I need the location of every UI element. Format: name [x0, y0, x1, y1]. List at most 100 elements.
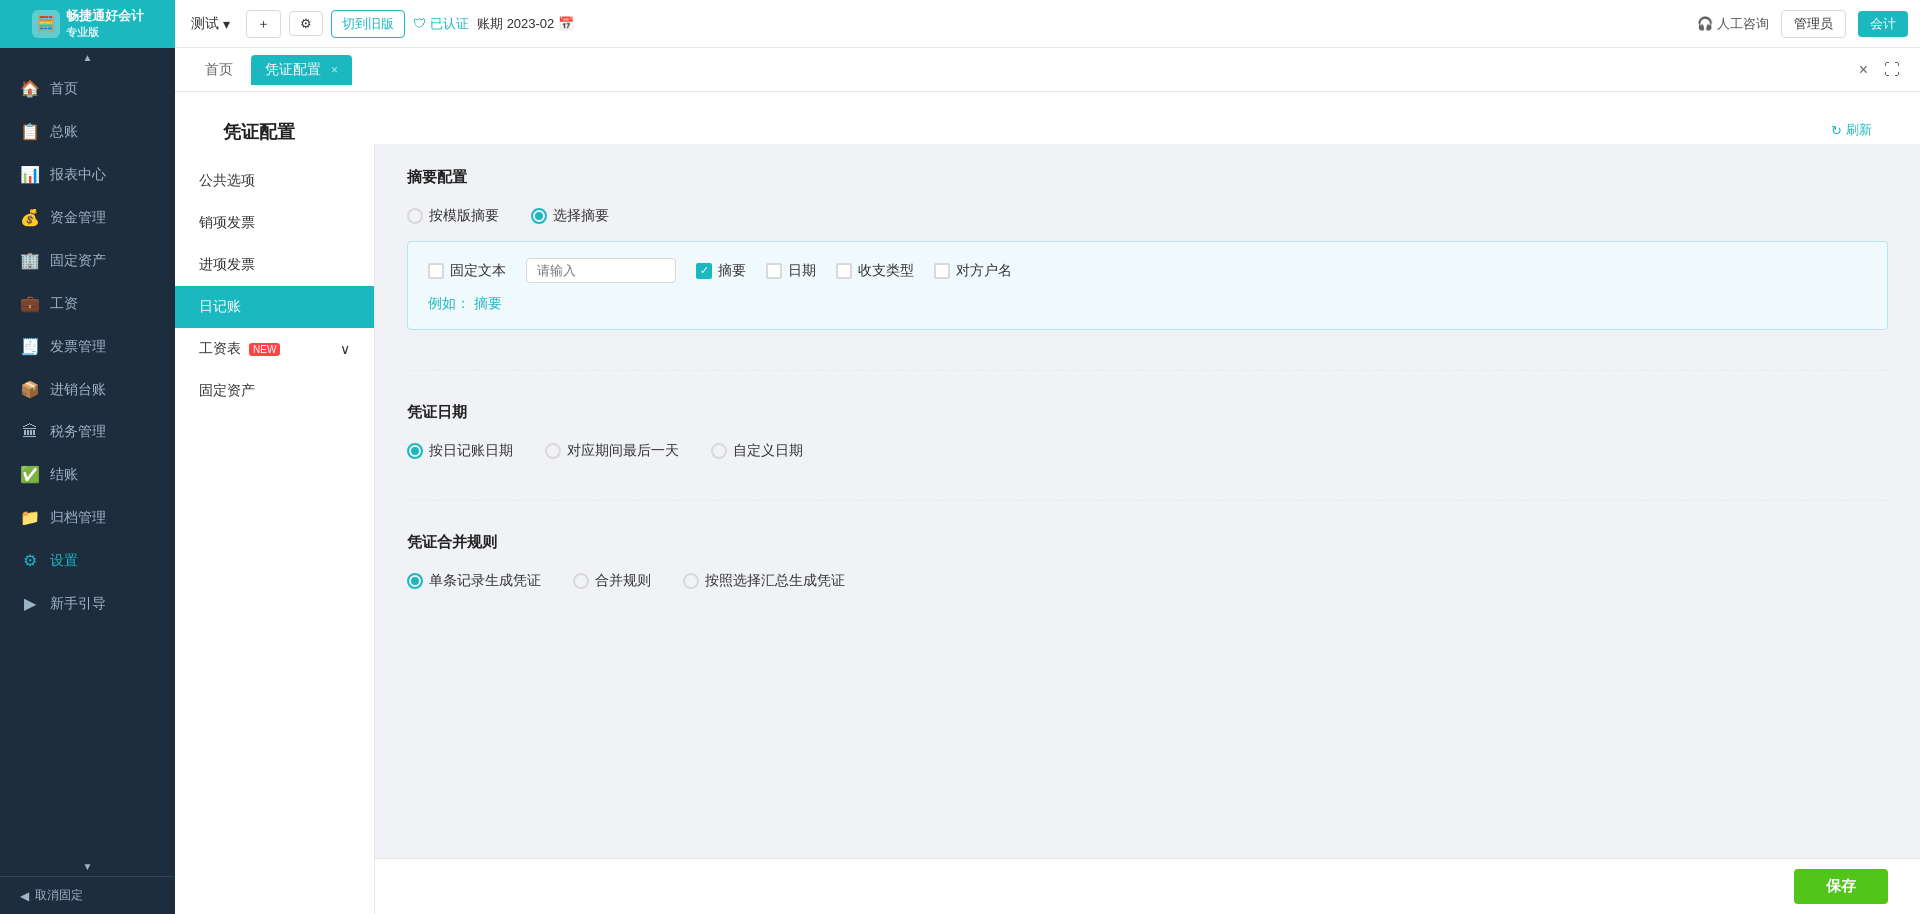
right-panel: 摘要配置 按模版摘要 选择摘要	[375, 144, 1920, 858]
sidebar-item-settings[interactable]: ⚙ 设置	[0, 539, 175, 582]
settings-icon-btn[interactable]: ⚙	[289, 11, 323, 36]
period-value: 2023-02	[507, 16, 555, 31]
calendar-icon[interactable]: 📅	[558, 16, 574, 31]
home-icon: 🏠	[20, 79, 40, 98]
section-title-merge: 凭证合并规则	[407, 533, 1888, 552]
nav-item-public[interactable]: 公共选项	[175, 160, 374, 202]
bottom-bar: 保存	[375, 858, 1920, 914]
checkbox-income-type[interactable]: 收支类型	[836, 262, 914, 280]
close-tab-btn[interactable]: ×	[1855, 57, 1872, 83]
sidebar-label-assets: 固定资产	[50, 252, 106, 270]
sidebar-item-guide[interactable]: ▶ 新手引导	[0, 582, 175, 625]
sidebar-item-invoice[interactable]: 🧾 发票管理	[0, 325, 175, 368]
cancel-fixed-btn[interactable]: ◀ 取消固定	[0, 876, 175, 914]
checkbox-row: 固定文本 摘要 日期	[428, 258, 1867, 283]
sidebar-item-archive[interactable]: 📁 归档管理	[0, 496, 175, 539]
ledger-icon: 📋	[20, 122, 40, 141]
sidebar-label-report: 报表中心	[50, 166, 106, 184]
logo-text: 畅捷通好会计	[66, 7, 144, 25]
payroll-icon: 💼	[20, 294, 40, 313]
tab-bar: 首页 凭证配置 × × ⛶	[175, 48, 1920, 92]
chevron-down-icon: ∨	[340, 341, 350, 357]
checkbox-box-income	[836, 263, 852, 279]
sidebar-item-payroll[interactable]: 💼 工资	[0, 282, 175, 325]
period-label: 账期	[477, 16, 503, 31]
save-button[interactable]: 保存	[1794, 869, 1888, 904]
project-name: 测试	[191, 15, 219, 33]
tab-close-btn[interactable]: ×	[331, 63, 338, 77]
page-title: 凭证配置	[223, 120, 295, 144]
checkbox-fixed-text[interactable]: 固定文本	[428, 262, 506, 280]
nav-item-sales[interactable]: 销项发票	[175, 202, 374, 244]
radio-custom-date[interactable]: 自定义日期	[711, 442, 803, 460]
radio-by-selection[interactable]: 按照选择汇总生成凭证	[683, 572, 845, 590]
radio-circle-template	[407, 208, 423, 224]
tab-home[interactable]: 首页	[191, 55, 247, 85]
counterpart-label: 对方户名	[956, 262, 1012, 280]
verified-label: 已认证	[430, 15, 469, 33]
radio-circle-journal	[407, 443, 423, 459]
service-btn[interactable]: 🎧 人工咨询	[1697, 15, 1769, 33]
sidebar-scroll-up[interactable]: ▲	[0, 48, 175, 67]
fixed-text-input[interactable]	[526, 258, 676, 283]
project-selector[interactable]: 测试 ▾	[183, 15, 238, 33]
checkbox-counterpart[interactable]: 对方户名	[934, 262, 1012, 280]
sidebar-item-closing[interactable]: ✅ 结账	[0, 453, 175, 496]
role-btn[interactable]: 会计	[1858, 11, 1908, 37]
sidebar-item-assets[interactable]: 🏢 固定资产	[0, 239, 175, 282]
sidebar-item-home[interactable]: 🏠 首页	[0, 67, 175, 110]
main-layout: ▲ 🏠 首页 📋 总账 📊 报表中心 💰 资金管理 🏢 固定资产	[0, 48, 1920, 914]
radio-selection-label: 按照选择汇总生成凭证	[705, 572, 845, 590]
period-info: 账期 2023-02 📅	[477, 15, 574, 33]
income-type-label: 收支类型	[858, 262, 914, 280]
report-icon: 📊	[20, 165, 40, 184]
radio-select[interactable]: 选择摘要	[531, 207, 609, 225]
date-radio-group: 按日记账日期 对应期间最后一天 自定义日期	[407, 442, 1888, 460]
sidebar-item-report[interactable]: 📊 报表中心	[0, 153, 175, 196]
logo-area: 🧮 畅捷通好会计 专业版	[0, 0, 175, 48]
sidebar-item-trade[interactable]: 📦 进销台账	[0, 368, 175, 411]
radio-merge-rule[interactable]: 合并规则	[573, 572, 651, 590]
headset-icon: 🎧	[1697, 16, 1713, 31]
radio-circle-merge	[573, 573, 589, 589]
radio-last-day-label: 对应期间最后一天	[567, 442, 679, 460]
radio-single-label: 单条记录生成凭证	[429, 572, 541, 590]
left-nav: 公共选项 销项发票 进项发票 日记账 工资表 NEW ∨	[175, 144, 375, 914]
merge-radio-group: 单条记录生成凭证 合并规则 按照选择汇总生成凭证	[407, 572, 1888, 590]
radio-last-day[interactable]: 对应期间最后一天	[545, 442, 679, 460]
top-header: 🧮 畅捷通好会计 专业版 测试 ▾ ＋ ⚙ 切到旧版 🛡 已认证 账期 2023…	[0, 0, 1920, 48]
nav-item-purchase[interactable]: 进项发票	[175, 244, 374, 286]
add-button[interactable]: ＋	[246, 10, 281, 38]
fullscreen-btn[interactable]: ⛶	[1880, 57, 1904, 83]
nav-item-payroll[interactable]: 工资表 NEW ∨	[175, 328, 374, 370]
settings-icon: ⚙	[20, 551, 40, 570]
sidebar-label-archive: 归档管理	[50, 509, 106, 527]
sidebar-item-capital[interactable]: 💰 资金管理	[0, 196, 175, 239]
user-btn[interactable]: 管理员	[1781, 10, 1846, 38]
sidebar-label-home: 首页	[50, 80, 78, 98]
date-label: 日期	[788, 262, 816, 280]
old-version-btn[interactable]: 切到旧版	[331, 10, 405, 38]
section-summary: 摘要配置 按模版摘要 选择摘要	[407, 168, 1888, 371]
sidebar-label-invoice: 发票管理	[50, 338, 106, 356]
checkbox-summary[interactable]: 摘要	[696, 262, 746, 280]
tab-active-label: 凭证配置	[265, 61, 321, 77]
checkbox-date[interactable]: 日期	[766, 262, 816, 280]
nav-item-journal[interactable]: 日记账	[175, 286, 374, 328]
sidebar-scroll-down[interactable]: ▼	[0, 857, 175, 876]
sidebar-label-settings: 设置	[50, 552, 78, 570]
nav-label-journal: 日记账	[199, 298, 241, 314]
radio-template[interactable]: 按模版摘要	[407, 207, 499, 225]
sidebar-item-ledger[interactable]: 📋 总账	[0, 110, 175, 153]
radio-journal-label: 按日记账日期	[429, 442, 513, 460]
radio-select-label: 选择摘要	[553, 207, 609, 225]
nav-item-assets[interactable]: 固定资产	[175, 370, 374, 412]
radio-journal-date[interactable]: 按日记账日期	[407, 442, 513, 460]
pin-icon: ◀	[20, 889, 29, 903]
shield-icon: 🛡	[413, 16, 426, 31]
radio-single[interactable]: 单条记录生成凭证	[407, 572, 541, 590]
service-label: 人工咨询	[1717, 15, 1769, 33]
refresh-btn[interactable]: ↻ 刷新	[1831, 121, 1872, 139]
sidebar-item-tax[interactable]: 🏛 税务管理	[0, 411, 175, 453]
tab-voucher-config[interactable]: 凭证配置 ×	[251, 55, 352, 85]
